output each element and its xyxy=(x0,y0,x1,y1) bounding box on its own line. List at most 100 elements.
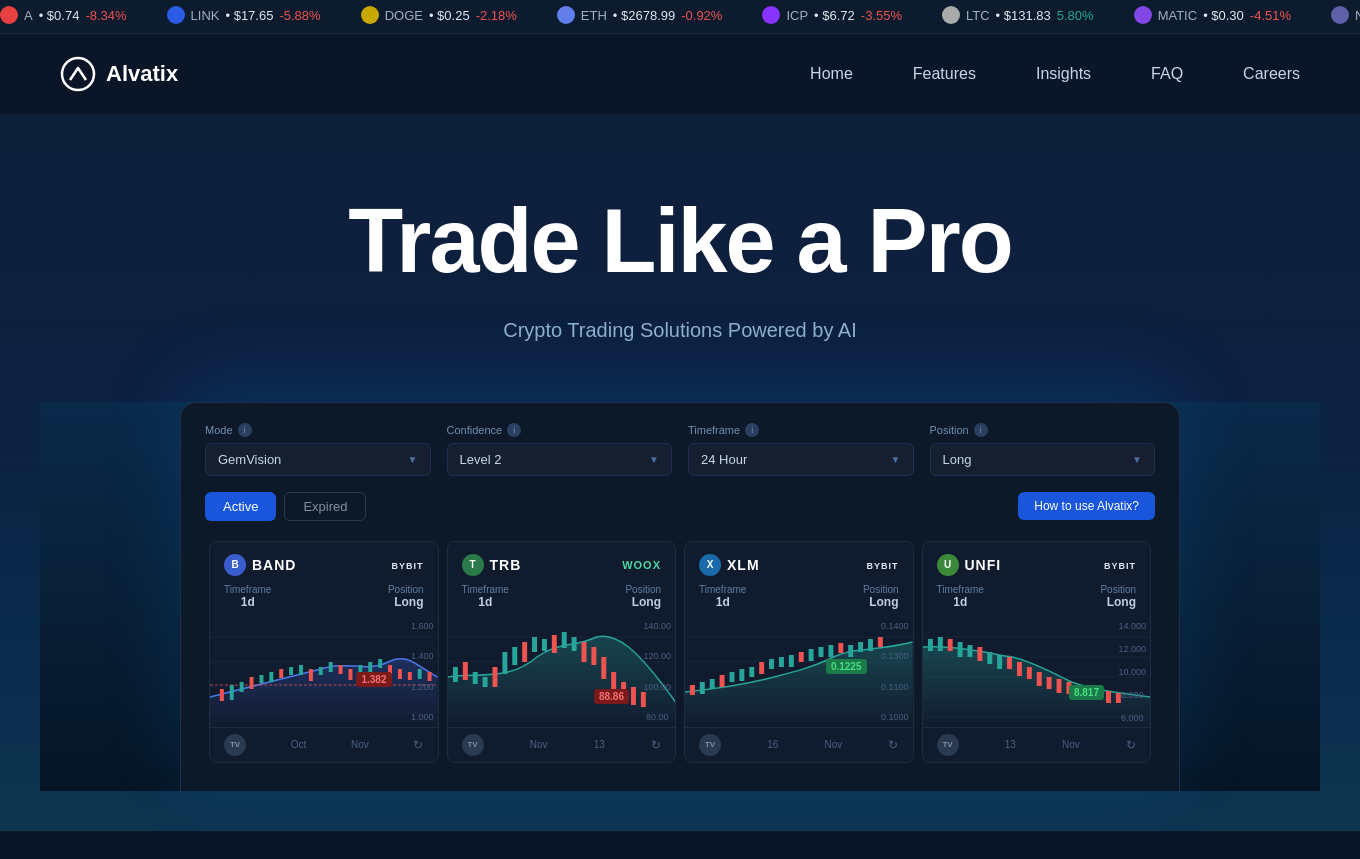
timeframe-value: 1d xyxy=(224,595,271,609)
confidence-info-icon[interactable]: i xyxy=(507,423,521,437)
confidence-label: Confidence xyxy=(447,424,503,436)
svg-rect-57 xyxy=(700,682,705,694)
ticker-price: • $0.74 xyxy=(39,8,80,23)
mode-select[interactable]: GemVision ▼ xyxy=(205,443,431,476)
x-end-xlm: Nov xyxy=(825,739,843,750)
svg-rect-67 xyxy=(799,652,804,662)
ticker-bar: A • $0.74 -8.34% LINK • $17.65 -5.88% DO… xyxy=(0,0,1360,34)
coin-icon xyxy=(942,6,960,24)
svg-rect-24 xyxy=(398,669,402,679)
svg-rect-42 xyxy=(551,635,556,653)
coin-icon xyxy=(557,6,575,24)
ticker-price: • $0.25 xyxy=(429,8,470,23)
ticker-price: • $17.65 xyxy=(225,8,273,23)
svg-rect-74 xyxy=(868,639,873,651)
exchange-logo-trb: WOOX xyxy=(622,557,661,572)
x-start-unfi: 13 xyxy=(1005,739,1016,750)
ticker-name: MATIC xyxy=(1158,8,1197,23)
hero-subtext: Crypto Trading Solutions Powered by AI xyxy=(40,319,1320,342)
x-start-band: Oct xyxy=(291,739,307,750)
svg-rect-35 xyxy=(482,677,487,687)
x-start-trb: Nov xyxy=(530,739,548,750)
svg-rect-88 xyxy=(997,655,1002,669)
position-value: Long xyxy=(625,595,661,609)
ticker-item: A • $0.74 -8.34% xyxy=(0,6,127,24)
svg-rect-64 xyxy=(769,659,774,669)
svg-rect-65 xyxy=(779,657,784,667)
nav-link-faq[interactable]: FAQ xyxy=(1151,65,1183,82)
svg-rect-63 xyxy=(759,662,764,674)
logo-icon xyxy=(60,56,96,92)
timeframe-select[interactable]: 24 Hour ▼ xyxy=(688,443,914,476)
svg-point-0 xyxy=(62,58,94,90)
chevron-down-icon: ▼ xyxy=(649,454,659,465)
y-labels-xlm: 0.1400 0.1300 0.1100 0.1000 xyxy=(881,617,909,727)
coin-badge-xlm: X xyxy=(699,554,721,576)
ticker-item: LTC • $131.83 5.80% xyxy=(942,6,1094,24)
mode-control: Mode i GemVision ▼ xyxy=(205,423,431,476)
svg-rect-71 xyxy=(838,643,843,653)
timeframe-value: 1d xyxy=(699,595,746,609)
coin-name-trb: TRB xyxy=(490,557,522,573)
coin-name-xlm: XLM xyxy=(727,557,760,573)
timeframe-label: Timeframe xyxy=(224,584,271,595)
svg-rect-59 xyxy=(720,675,725,687)
price-label-trb: 88.86 xyxy=(594,689,629,704)
ticker-price: • $6.72 xyxy=(814,8,855,23)
trade-card-unfi: U UNFI BYBIT Timeframe 1d Posi xyxy=(922,541,1152,763)
svg-rect-32 xyxy=(452,667,457,682)
svg-rect-21 xyxy=(368,662,372,672)
svg-rect-40 xyxy=(532,637,537,652)
svg-rect-47 xyxy=(601,657,606,679)
ticker-name: A xyxy=(24,8,33,23)
x-end-trb: 13 xyxy=(594,739,605,750)
dashboard-preview: Mode i GemVision ▼ Confidence i Level 2 xyxy=(40,402,1320,791)
price-label-band: 1.382 xyxy=(356,672,391,687)
tv-logo: TV xyxy=(462,734,484,756)
hero-headline: Trade Like a Pro xyxy=(40,194,1320,289)
timeframe-label: Timeframe xyxy=(699,584,746,595)
coin-badge-band: B xyxy=(224,554,246,576)
svg-rect-85 xyxy=(967,645,972,657)
svg-rect-89 xyxy=(1007,657,1012,669)
coin-icon xyxy=(1331,6,1349,24)
nav-link-insights[interactable]: Insights xyxy=(1036,65,1091,82)
how-to-button[interactable]: How to use Alvatix? xyxy=(1018,492,1155,520)
nav-link-careers[interactable]: Careers xyxy=(1243,65,1300,82)
svg-rect-61 xyxy=(739,669,744,681)
svg-rect-66 xyxy=(789,655,794,667)
coin-badge-unfi: U xyxy=(937,554,959,576)
chart-svg-band xyxy=(210,617,438,727)
position-value: Long xyxy=(863,595,899,609)
position-select[interactable]: Long ▼ xyxy=(930,443,1156,476)
svg-rect-18 xyxy=(339,665,343,674)
logo[interactable]: Alvatix xyxy=(60,56,178,92)
svg-rect-70 xyxy=(828,645,833,657)
mode-info-icon[interactable]: i xyxy=(238,423,252,437)
tv-logo: TV xyxy=(224,734,246,756)
ticker-name: ICP xyxy=(786,8,808,23)
ticker-change: -3.55% xyxy=(861,8,902,23)
coin-icon xyxy=(0,6,18,24)
position-info-icon[interactable]: i xyxy=(974,423,988,437)
svg-rect-37 xyxy=(502,652,507,674)
svg-rect-8 xyxy=(240,682,244,692)
tab-active[interactable]: Active xyxy=(205,492,276,521)
ticker-change: -4.51% xyxy=(1250,8,1291,23)
nav-link-features[interactable]: Features xyxy=(913,65,976,82)
timeframe-info-icon[interactable]: i xyxy=(745,423,759,437)
coin-name-band: BAND xyxy=(252,557,296,573)
chart-svg-xlm xyxy=(685,617,913,727)
ticker-item: ETH • $2678.99 -0.92% xyxy=(557,6,723,24)
svg-rect-93 xyxy=(1046,677,1051,689)
tab-expired[interactable]: Expired xyxy=(284,492,366,521)
position-label: Position xyxy=(1100,584,1136,595)
svg-rect-45 xyxy=(581,642,586,662)
nav-link-home[interactable]: Home xyxy=(810,65,853,82)
x-end-unfi: Nov xyxy=(1062,739,1080,750)
position-value: Long xyxy=(388,595,424,609)
svg-rect-50 xyxy=(630,687,635,705)
svg-rect-87 xyxy=(987,652,992,664)
svg-rect-36 xyxy=(492,667,497,687)
confidence-select[interactable]: Level 2 ▼ xyxy=(447,443,673,476)
